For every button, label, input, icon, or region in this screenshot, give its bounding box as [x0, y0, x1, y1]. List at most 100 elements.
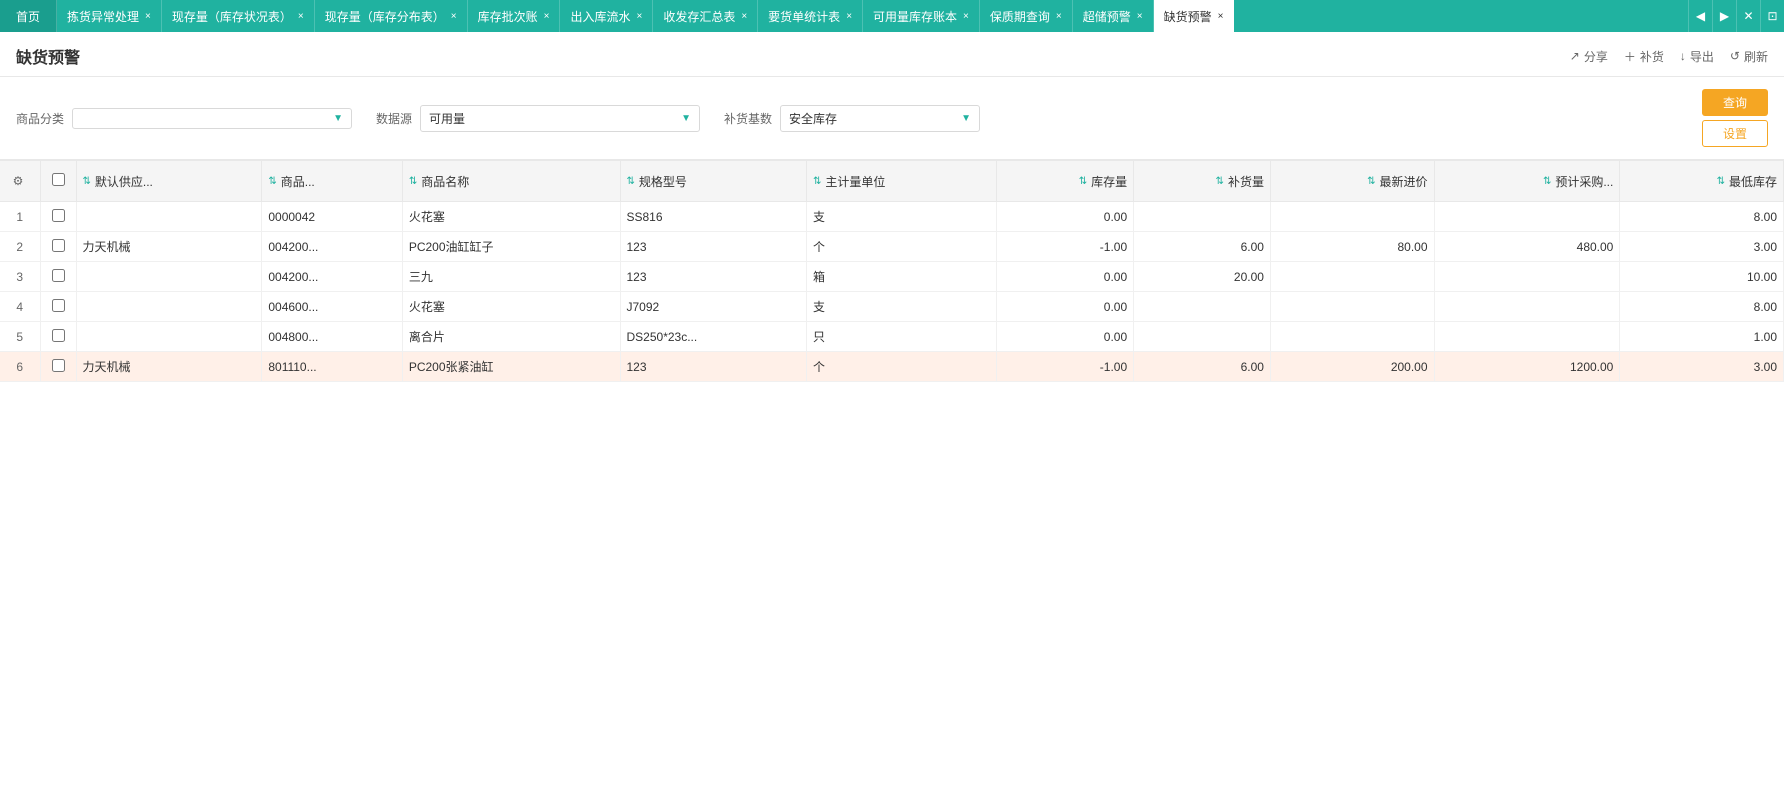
- tab-home-label: 首页: [16, 8, 40, 25]
- tab-inventory-dist[interactable]: 现存量（库存分布表） ×: [315, 0, 468, 32]
- sort-icon-unit: ⇅: [813, 176, 821, 187]
- tab-batch-account-close[interactable]: ×: [544, 11, 550, 22]
- category-chevron-down-icon: ▼: [333, 113, 343, 124]
- tab-receive-summary-label: 收发存汇总表: [663, 8, 735, 25]
- th-replenish-qty[interactable]: ⇅ 补货量: [1134, 161, 1271, 202]
- row-checkbox[interactable]: [52, 239, 65, 252]
- tab-overstock[interactable]: 超储预警 ×: [1073, 0, 1154, 32]
- cell-estimated-purchase: [1434, 292, 1620, 322]
- table-body: 10000042火花塞SS816支0.008.002力天机械004200...P…: [0, 202, 1784, 382]
- cell-default-supplier: [76, 202, 262, 232]
- th-spec-label: 规格型号: [639, 173, 687, 190]
- data-table: ⚙ ⇅ 默认供应... ⇅ 商品...: [0, 160, 1784, 382]
- row-num: 5: [0, 322, 40, 352]
- row-num: 1: [0, 202, 40, 232]
- tab-expiry-query-close[interactable]: ×: [1056, 11, 1062, 22]
- tab-shortage-close[interactable]: ×: [1218, 11, 1224, 22]
- tab-batch-account[interactable]: 库存批次账 ×: [468, 0, 561, 32]
- gear-icon[interactable]: ⚙: [6, 169, 30, 193]
- cell-min-stock: 10.00: [1620, 262, 1784, 292]
- tab-requisition-stat-close[interactable]: ×: [846, 11, 852, 22]
- row-checkbox[interactable]: [52, 269, 65, 282]
- th-latest-price[interactable]: ⇅ 最新进价: [1270, 161, 1434, 202]
- tab-available-ledger-close[interactable]: ×: [963, 11, 969, 22]
- th-product-code[interactable]: ⇅ 商品...: [262, 161, 402, 202]
- th-default-supplier[interactable]: ⇅ 默认供应...: [76, 161, 262, 202]
- cell-unit: 只: [807, 322, 997, 352]
- tab-home[interactable]: 首页: [0, 0, 57, 32]
- cell-latest-price: [1270, 322, 1434, 352]
- cell-latest-price: [1270, 292, 1434, 322]
- cell-spec: 123: [620, 262, 807, 292]
- th-unit[interactable]: ⇅ 主计量单位: [807, 161, 997, 202]
- row-checkbox[interactable]: [52, 359, 65, 372]
- cell-stock-qty: 0.00: [997, 202, 1134, 232]
- tab-overstock-close[interactable]: ×: [1137, 11, 1143, 22]
- th-product-name[interactable]: ⇅ 商品名称: [402, 161, 620, 202]
- tab-receive-summary-close[interactable]: ×: [741, 11, 747, 22]
- cell-default-supplier: [76, 292, 262, 322]
- cell-spec: DS250*23c...: [620, 322, 807, 352]
- th-spec[interactable]: ⇅ 规格型号: [620, 161, 807, 202]
- tab-exception[interactable]: 拣货异常处理 ×: [57, 0, 162, 32]
- tab-available-ledger[interactable]: 可用量库存账本 ×: [863, 0, 980, 32]
- tab-available-ledger-label: 可用量库存账本: [873, 8, 957, 25]
- tab-inout-flow-close[interactable]: ×: [636, 11, 642, 22]
- cell-estimated-purchase: [1434, 202, 1620, 232]
- cell-product-name: 三九: [402, 262, 620, 292]
- filter-actions: 查询 设置: [1702, 89, 1768, 147]
- refresh-label: 刷新: [1744, 48, 1768, 65]
- refresh-action[interactable]: ↺ 刷新: [1730, 48, 1768, 65]
- tab-close-all-button[interactable]: ⊡: [1760, 0, 1784, 32]
- select-all-checkbox[interactable]: [52, 173, 65, 186]
- tab-next-button[interactable]: ▶: [1712, 0, 1736, 32]
- datasource-filter-select[interactable]: 可用量 ▼: [420, 105, 700, 132]
- replenish-action[interactable]: ＋ 补货: [1624, 48, 1664, 65]
- row-checkbox-cell: [40, 292, 76, 322]
- th-stock-qty[interactable]: ⇅ 库存量: [997, 161, 1134, 202]
- th-estimated-purchase[interactable]: ⇅ 预计采购...: [1434, 161, 1620, 202]
- tab-inventory-dist-close[interactable]: ×: [451, 11, 457, 22]
- cell-product-name: 离合片: [402, 322, 620, 352]
- main-content: 缺货预警 ↗ 分享 ＋ 补货 ↓ 导出 ↺ 刷新 商品分类: [0, 32, 1784, 796]
- cell-default-supplier: [76, 322, 262, 352]
- row-checkbox[interactable]: [52, 329, 65, 342]
- cell-estimated-purchase: 1200.00: [1434, 352, 1620, 382]
- cell-stock-qty: 0.00: [997, 262, 1134, 292]
- tab-inventory-status[interactable]: 现存量（库存状况表） ×: [162, 0, 315, 32]
- sort-icon-min-stock: ⇅: [1717, 176, 1725, 187]
- cell-product-code: 004800...: [262, 322, 402, 352]
- row-checkbox[interactable]: [52, 299, 65, 312]
- share-icon: ↗: [1570, 49, 1580, 63]
- sort-icon-stock: ⇅: [1079, 176, 1087, 187]
- tab-inventory-dist-label: 现存量（库存分布表）: [325, 8, 445, 25]
- cell-product-name: 火花塞: [402, 292, 620, 322]
- row-checkbox[interactable]: [52, 209, 65, 222]
- cell-stock-qty: 0.00: [997, 322, 1134, 352]
- tab-menu-button[interactable]: ✕: [1736, 0, 1760, 32]
- th-latest-price-label: 最新进价: [1380, 173, 1428, 190]
- cell-product-code: 801110...: [262, 352, 402, 382]
- sort-icon-replenish: ⇅: [1216, 176, 1224, 187]
- tab-requisition-stat[interactable]: 要货单统计表 ×: [758, 0, 863, 32]
- category-filter-select[interactable]: ▼: [72, 108, 352, 129]
- replenish-base-filter-select[interactable]: 安全库存 ▼: [780, 105, 980, 132]
- tab-inout-flow[interactable]: 出入库流水 ×: [560, 0, 653, 32]
- share-action[interactable]: ↗ 分享: [1570, 48, 1608, 65]
- page-header: 缺货预警 ↗ 分享 ＋ 补货 ↓ 导出 ↺ 刷新: [0, 32, 1784, 77]
- query-button[interactable]: 查询: [1702, 89, 1768, 116]
- th-settings[interactable]: ⚙: [0, 161, 40, 202]
- row-num: 3: [0, 262, 40, 292]
- export-action[interactable]: ↓ 导出: [1680, 48, 1714, 65]
- tab-prev-button[interactable]: ◀: [1688, 0, 1712, 32]
- th-min-stock[interactable]: ⇅ 最低库存: [1620, 161, 1784, 202]
- tab-expiry-query[interactable]: 保质期查询 ×: [980, 0, 1073, 32]
- cell-stock-qty: 0.00: [997, 292, 1134, 322]
- settings-button[interactable]: 设置: [1702, 120, 1768, 147]
- tab-shortage[interactable]: 缺货预警 ×: [1154, 0, 1235, 32]
- tab-exception-close[interactable]: ×: [145, 11, 151, 22]
- tab-inventory-status-close[interactable]: ×: [298, 11, 304, 22]
- cell-unit: 个: [807, 232, 997, 262]
- tab-receive-summary[interactable]: 收发存汇总表 ×: [653, 0, 758, 32]
- datasource-filter-group: 数据源 可用量 ▼: [376, 105, 700, 132]
